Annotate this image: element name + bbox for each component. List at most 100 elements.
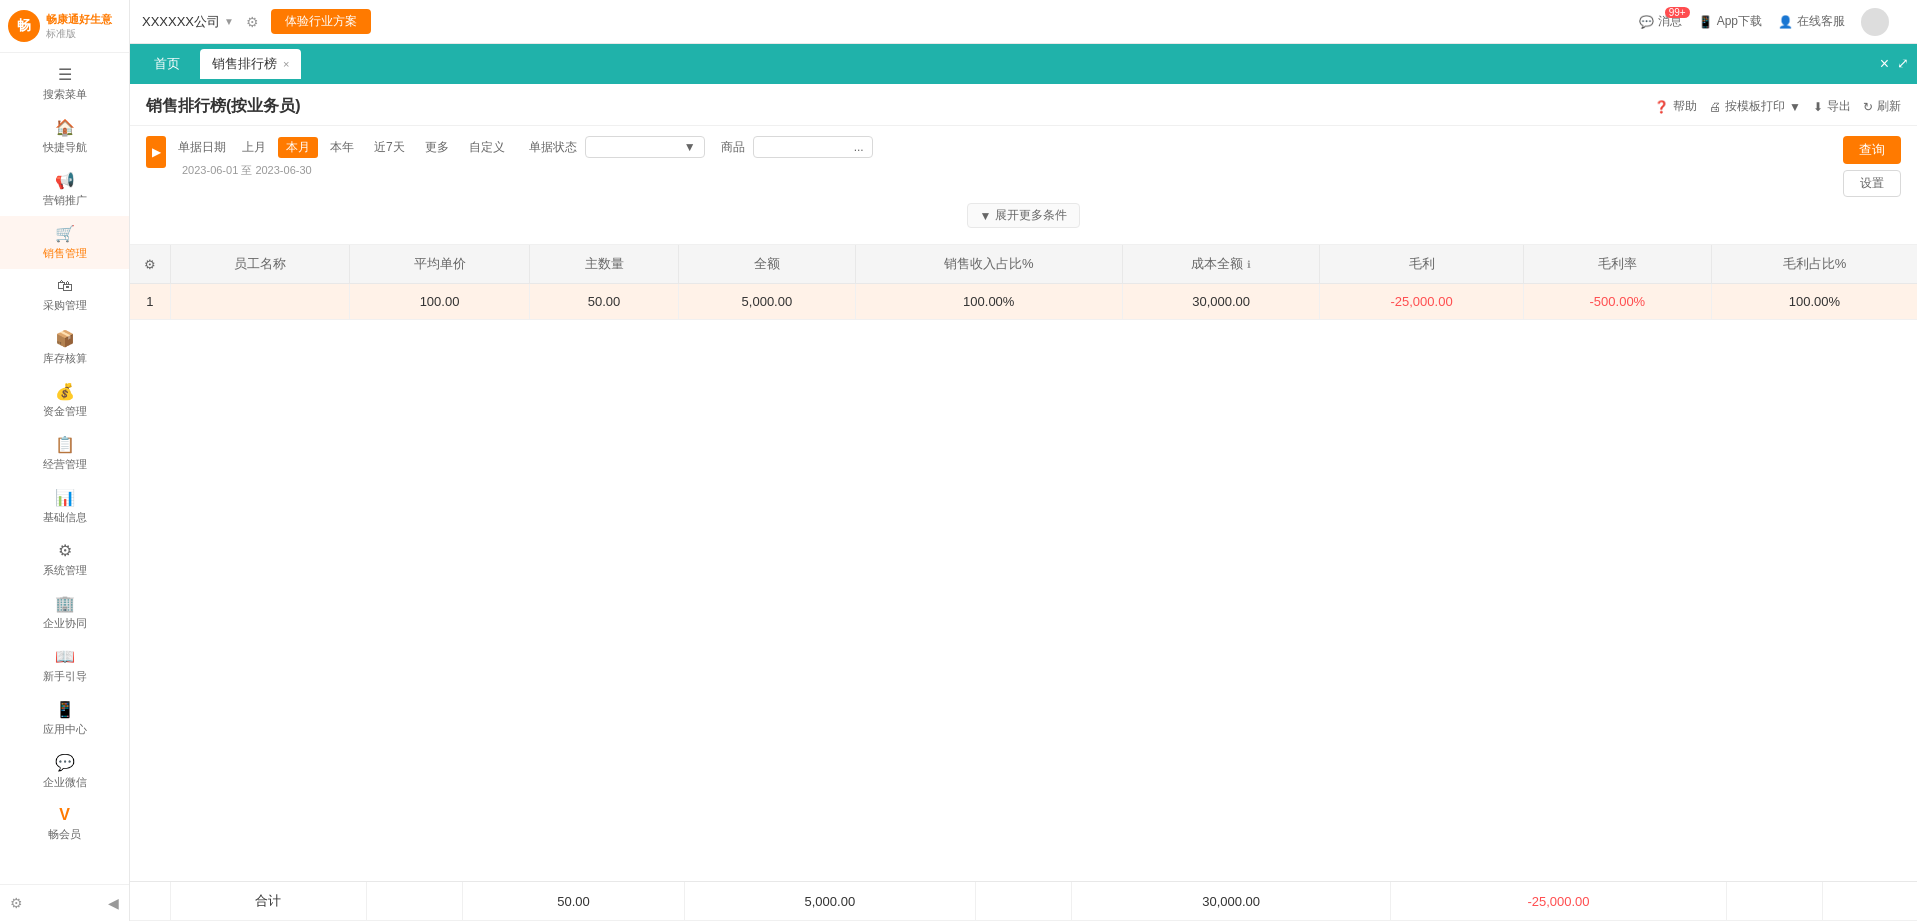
tab-sales-ranking[interactable]: 销售排行榜 × — [200, 49, 301, 79]
sales-icon: 🛒 — [55, 224, 75, 243]
message-badge: 99+ — [1665, 7, 1690, 18]
sidebar-settings-btn[interactable]: ⚙ — [10, 895, 23, 911]
online-service-btn[interactable]: 👤 在线客服 — [1778, 13, 1845, 30]
window-close-btn[interactable]: × — [1880, 55, 1889, 73]
help-icon: ❓ — [1654, 100, 1669, 114]
date-tab-7days[interactable]: 近7天 — [366, 137, 413, 158]
sidebar-item-apps[interactable]: 📱 应用中心 — [0, 692, 129, 745]
message-icon: 💬 — [1639, 15, 1654, 29]
cell-name — [170, 284, 350, 320]
footer-profit: -25,000.00 — [1391, 882, 1727, 921]
cell-rank: 1 — [130, 284, 170, 320]
sidebar-label-wechat: 企业微信 — [43, 775, 87, 790]
cell-cost: 30,000.00 — [1122, 284, 1319, 320]
footer-empty1 — [130, 882, 170, 921]
sidebar-label-search-order: 搜索菜单 — [43, 87, 87, 102]
date-filter: 单据日期 上月 本月 本年 近7天 更多 自定义 — [178, 137, 513, 158]
marketing-icon: 📢 — [55, 171, 75, 190]
refresh-icon: ↻ — [1863, 100, 1873, 114]
col-avg-price: 平均单价 — [350, 245, 530, 284]
operation-icon: 📋 — [55, 435, 75, 454]
tab-home[interactable]: 首页 — [138, 47, 196, 81]
sidebar-label-system: 系统管理 — [43, 563, 87, 578]
tabsbar-right: × ⤢ — [1880, 55, 1909, 73]
sidebar-label-inventory: 库存核算 — [43, 351, 87, 366]
app-download-btn[interactable]: 📱 App下载 — [1698, 13, 1762, 30]
goods-filter: 商品 ... — [721, 136, 873, 158]
sidebar-collapse-btn[interactable]: ◀ — [108, 895, 119, 911]
footer-label: 合计 — [170, 882, 366, 921]
print-btn[interactable]: 🖨 按模板打印 ▼ — [1709, 98, 1801, 115]
logo-text: 畅康通好生意 标准版 — [46, 12, 112, 41]
status-select[interactable]: ▼ — [585, 136, 705, 158]
date-tab-this-year[interactable]: 本年 — [322, 137, 362, 158]
company-name: XXXXXX公司 — [142, 13, 220, 31]
avatar[interactable] — [1861, 8, 1889, 36]
export-btn[interactable]: ⬇ 导出 — [1813, 98, 1851, 115]
print-icon: 🖨 — [1709, 100, 1721, 114]
sidebar-item-basic[interactable]: 📊 基础信息 — [0, 480, 129, 533]
cost-info-icon[interactable]: ℹ — [1247, 259, 1251, 270]
sidebar-item-guide[interactable]: 📖 新手引导 — [0, 639, 129, 692]
sidebar-item-operation[interactable]: 📋 经营管理 — [0, 427, 129, 480]
sales-ranking-table: ⚙ 员工名称 平均单价 主数量 全额 销售收入占比% 成本全额 ℹ 毛利 毛利率… — [130, 245, 1917, 320]
sidebar-label-finance: 资金管理 — [43, 404, 87, 419]
cell-avg-price: 100.00 — [350, 284, 530, 320]
page-content: 销售排行榜(按业务员) ❓ 帮助 🖨 按模板打印 ▼ ⬇ 导出 ↻ 刷新 — [130, 84, 1917, 921]
system-icon: ⚙ — [58, 541, 72, 560]
filter-area: ▶ 单据日期 上月 本月 本年 近7天 更多 自定义 — [130, 126, 1917, 245]
sidebar-item-quick-nav[interactable]: 🏠 快捷导航 — [0, 110, 129, 163]
company-dropdown-arrow: ▼ — [224, 16, 234, 27]
industry-button[interactable]: 体验行业方案 — [271, 9, 371, 34]
sidebar-item-inventory[interactable]: 📦 库存核算 — [0, 321, 129, 374]
member-icon: V — [59, 806, 70, 824]
logo-icon: 畅 — [8, 10, 40, 42]
sidebar-item-finance[interactable]: 💰 资金管理 — [0, 374, 129, 427]
message-btn[interactable]: 💬 消息 99+ — [1639, 13, 1682, 30]
goods-filter-label: 商品 — [721, 139, 745, 156]
status-select-arrow: ▼ — [684, 140, 696, 154]
status-filter: 单据状态 ▼ — [529, 136, 705, 158]
cell-qty: 50.00 — [529, 284, 678, 320]
filter-arrow-btn[interactable]: ▶ — [146, 136, 166, 168]
date-tab-more[interactable]: 更多 — [417, 137, 457, 158]
help-btn[interactable]: ❓ 帮助 — [1654, 98, 1697, 115]
purchase-icon: 🛍 — [57, 277, 73, 295]
col-sales-ratio: 销售收入占比% — [855, 245, 1122, 284]
expand-conditions-btn[interactable]: ▼ 展开更多条件 — [967, 203, 1081, 228]
expand-icon: ▼ — [980, 209, 992, 223]
col-qty: 主数量 — [529, 245, 678, 284]
sidebar-item-marketing[interactable]: 📢 营销推广 — [0, 163, 129, 216]
sidebar-item-wechat[interactable]: 💬 企业微信 — [0, 745, 129, 798]
sidebar-label-member: 畅会员 — [48, 827, 81, 842]
col-settings[interactable]: ⚙ — [130, 245, 170, 284]
tab-close-icon[interactable]: × — [283, 58, 289, 70]
topbar-settings-icon[interactable]: ⚙ — [246, 14, 259, 30]
sidebar-item-enterprise[interactable]: 🏢 企业协同 — [0, 586, 129, 639]
page-header-actions: ❓ 帮助 🖨 按模板打印 ▼ ⬇ 导出 ↻ 刷新 — [1654, 98, 1901, 115]
sidebar-item-sales[interactable]: 🛒 销售管理 — [0, 216, 129, 269]
date-tab-custom[interactable]: 自定义 — [461, 137, 513, 158]
date-tab-last-month[interactable]: 上月 — [234, 137, 274, 158]
sidebar-item-system[interactable]: ⚙ 系统管理 — [0, 533, 129, 586]
expand-row: ▼ 展开更多条件 — [146, 197, 1901, 234]
company-selector[interactable]: XXXXXX公司 ▼ — [142, 13, 234, 31]
sidebar-item-member[interactable]: V 畅会员 — [0, 798, 129, 850]
window-expand-btn[interactable]: ⤢ — [1897, 55, 1909, 73]
footer-qty: 50.00 — [463, 882, 685, 921]
sidebar-label-basic: 基础信息 — [43, 510, 87, 525]
cell-amount: 5,000.00 — [679, 284, 855, 320]
sidebar-label-sales: 销售管理 — [43, 246, 87, 261]
sidebar-item-purchase[interactable]: 🛍 采购管理 — [0, 269, 129, 321]
sidebar-item-search-order[interactable]: ☰ 搜索菜单 — [0, 57, 129, 110]
export-icon: ⬇ — [1813, 100, 1823, 114]
date-tab-this-month[interactable]: 本月 — [278, 137, 318, 158]
goods-input[interactable]: ... — [753, 136, 873, 158]
table-row: 1 100.00 50.00 5,000.00 100.00% 30,000.0… — [130, 284, 1917, 320]
setting-button[interactable]: 设置 — [1843, 170, 1901, 197]
date-range-display: 2023-06-01 至 2023-06-30 — [182, 164, 312, 176]
refresh-btn[interactable]: ↻ 刷新 — [1863, 98, 1901, 115]
footer-row: 合计 50.00 5,000.00 30,000.00 -25,000.00 — [130, 882, 1917, 921]
query-button[interactable]: 查询 — [1843, 136, 1901, 164]
sidebar-label-guide: 新手引导 — [43, 669, 87, 684]
